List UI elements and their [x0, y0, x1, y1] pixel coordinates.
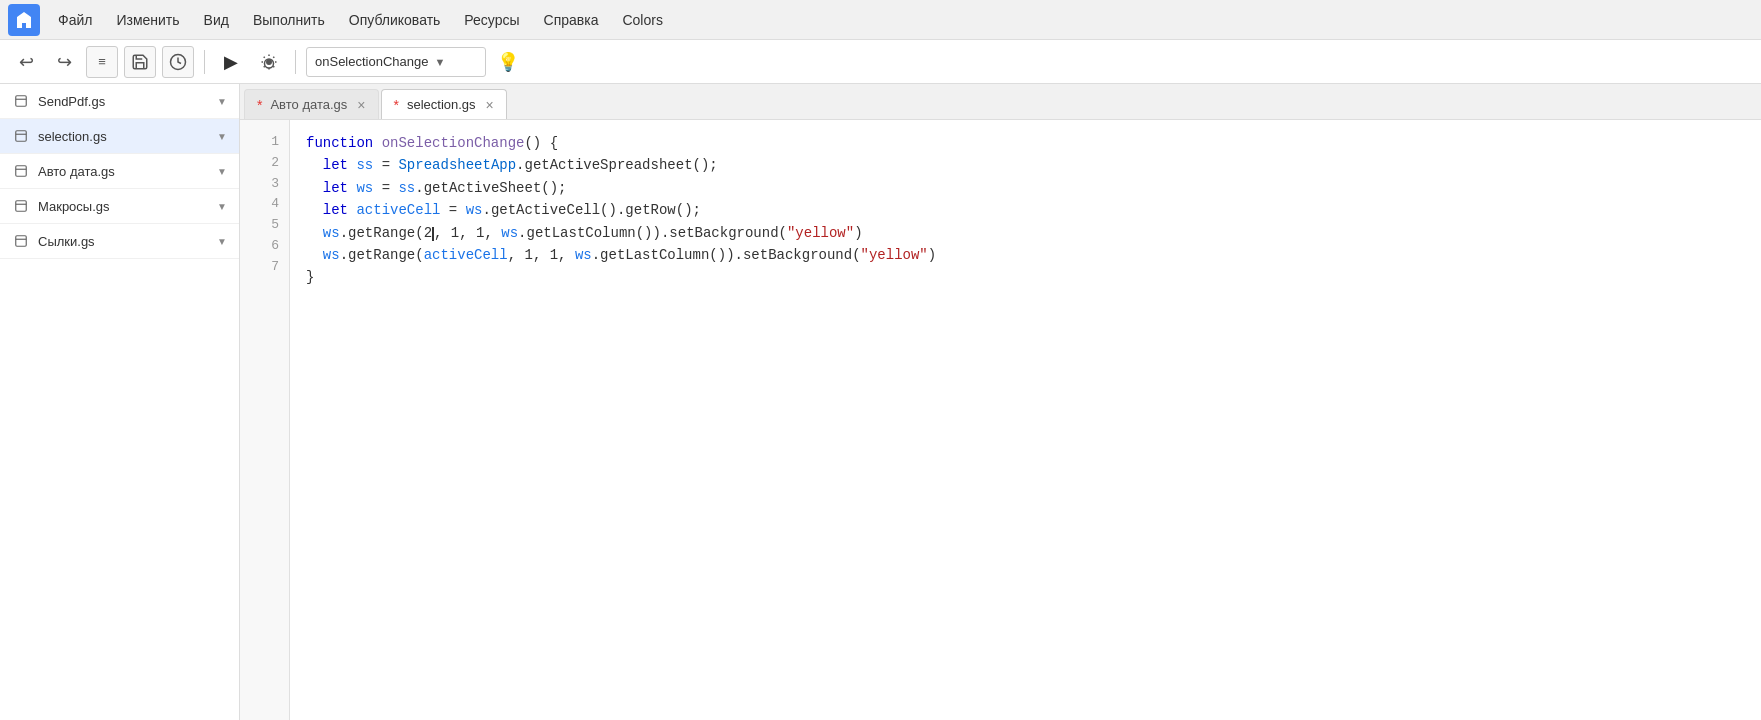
editor: * Авто дата.gs × * selection.gs × 1 2 3 … [240, 84, 1761, 720]
sidebar-item-sendpdf[interactable]: SendPdf.gs ▼ [0, 84, 239, 119]
title-bar: Файл Изменить Вид Выполнить Опубликовать… [0, 0, 1761, 40]
menu-edit[interactable]: Изменить [106, 8, 189, 32]
main-content: SendPdf.gs ▼ selection.gs ▼ Авто дата.gs… [0, 84, 1761, 720]
menu-publish[interactable]: Опубликовать [339, 8, 451, 32]
undo-button[interactable]: ↩ [10, 46, 42, 78]
line-numbers: 1 2 3 4 5 6 7 [240, 120, 290, 720]
file-icon [12, 92, 30, 110]
sidebar-dropdown-arrow: ▼ [217, 236, 227, 247]
sidebar-item-label: Макросы.gs [38, 199, 217, 214]
function-selector-label: onSelectionChange [315, 54, 428, 69]
sidebar-item-links[interactable]: Сылки.gs ▼ [0, 224, 239, 259]
tab-label: Авто дата.gs [270, 97, 347, 112]
sidebar-item-macros[interactable]: Макросы.gs ▼ [0, 189, 239, 224]
tabs-bar: * Авто дата.gs × * selection.gs × [240, 84, 1761, 120]
svg-rect-6 [16, 166, 27, 177]
line-num-3: 3 [240, 174, 289, 195]
svg-rect-10 [16, 236, 27, 247]
tab-selection[interactable]: * selection.gs × [381, 89, 507, 119]
tab-close-button[interactable]: × [357, 97, 365, 113]
save-button[interactable] [124, 46, 156, 78]
line-num-6: 6 [240, 236, 289, 257]
tab-modified-dot: * [257, 97, 262, 113]
sidebar: SendPdf.gs ▼ selection.gs ▼ Авто дата.gs… [0, 84, 240, 720]
menu-colors[interactable]: Colors [612, 8, 672, 32]
line-num-7: 7 [240, 257, 289, 278]
sidebar-dropdown-arrow: ▼ [217, 166, 227, 177]
line-num-4: 4 [240, 194, 289, 215]
menu-resources[interactable]: Ресурсы [454, 8, 529, 32]
separator-1 [204, 50, 205, 74]
menu-bar: Файл Изменить Вид Выполнить Опубликовать… [48, 8, 673, 32]
menu-help[interactable]: Справка [534, 8, 609, 32]
menu-view[interactable]: Вид [194, 8, 239, 32]
separator-2 [295, 50, 296, 74]
sidebar-item-label: Сылки.gs [38, 234, 217, 249]
menu-run[interactable]: Выполнить [243, 8, 335, 32]
sidebar-dropdown-arrow: ▼ [217, 201, 227, 212]
code-editor[interactable]: 1 2 3 4 5 6 7 function onSelectionChange… [240, 120, 1761, 720]
function-selector-arrow: ▼ [434, 56, 445, 68]
sidebar-dropdown-arrow: ▼ [217, 131, 227, 142]
sidebar-dropdown-arrow: ▼ [217, 96, 227, 107]
sidebar-item-selection[interactable]: selection.gs ▼ [0, 119, 239, 154]
tab-modified-dot: * [394, 97, 399, 113]
svg-rect-2 [16, 96, 27, 107]
lightbulb-button[interactable]: 💡 [492, 46, 524, 78]
file-icon [12, 127, 30, 145]
tab-avtodata[interactable]: * Авто дата.gs × [244, 89, 379, 119]
sidebar-item-label: Авто дата.gs [38, 164, 217, 179]
sidebar-item-label: SendPdf.gs [38, 94, 217, 109]
sidebar-item-label: selection.gs [38, 129, 217, 144]
line-num-1: 1 [240, 132, 289, 153]
svg-rect-8 [16, 201, 27, 212]
line-num-5: 5 [240, 215, 289, 236]
file-icon [12, 232, 30, 250]
function-selector[interactable]: onSelectionChange ▼ [306, 47, 486, 77]
file-icon [12, 162, 30, 180]
toolbar: ↩ ↪ ≡ ▶ onSelectionChange ▼ 💡 [0, 40, 1761, 84]
code-content[interactable]: function onSelectionChange() { let ss = … [290, 120, 1761, 720]
debug-button[interactable] [253, 46, 285, 78]
redo-button[interactable]: ↪ [48, 46, 80, 78]
tab-label: selection.gs [407, 97, 476, 112]
tab-close-button[interactable]: × [486, 97, 494, 113]
run-button[interactable]: ▶ [215, 46, 247, 78]
history-button[interactable] [162, 46, 194, 78]
file-icon [12, 197, 30, 215]
line-num-2: 2 [240, 153, 289, 174]
svg-rect-4 [16, 131, 27, 142]
app-logo [8, 4, 40, 36]
menu-file[interactable]: Файл [48, 8, 102, 32]
svg-point-1 [267, 59, 272, 64]
sidebar-item-avtodata[interactable]: Авто дата.gs ▼ [0, 154, 239, 189]
indent-button[interactable]: ≡ [86, 46, 118, 78]
